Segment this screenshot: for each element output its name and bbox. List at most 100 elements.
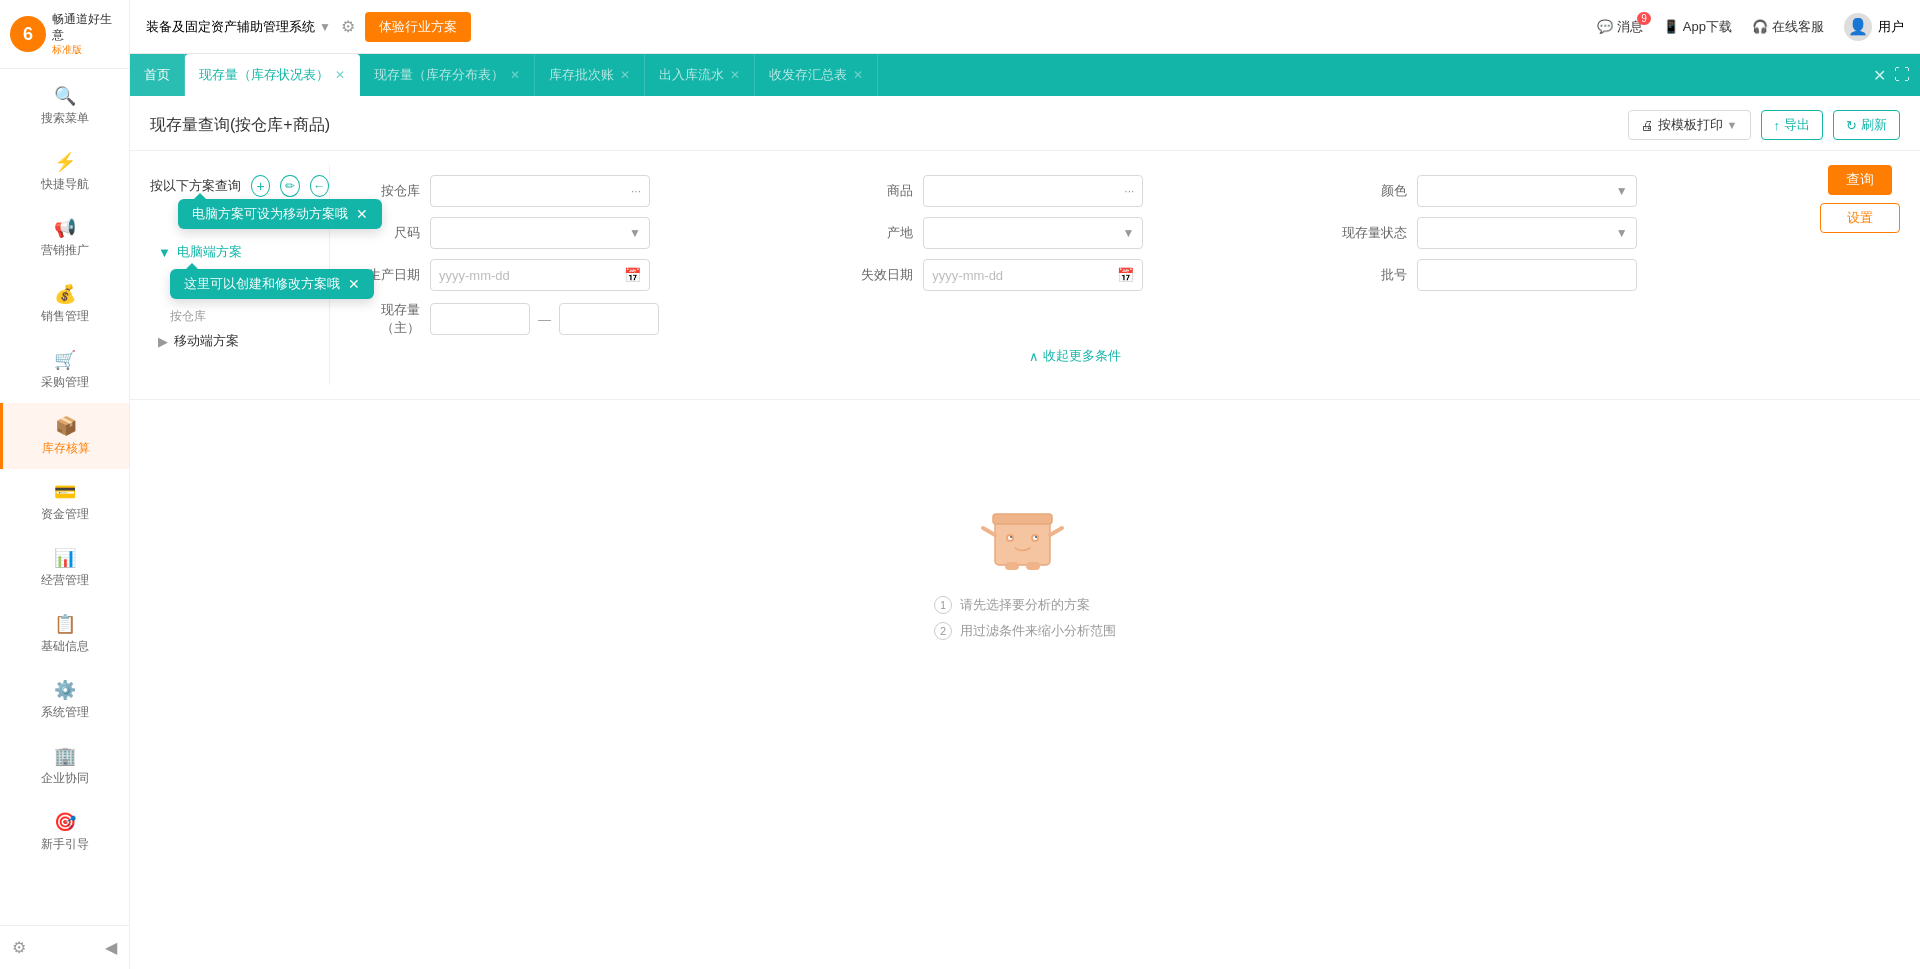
sidebar-item-enterprise[interactable]: 🏢 企业协同 bbox=[0, 733, 129, 799]
origin-label: 产地 bbox=[843, 224, 923, 242]
sidebar-item-purchase[interactable]: 🛒 采购管理 bbox=[0, 337, 129, 403]
goods-select[interactable]: ··· bbox=[923, 175, 1143, 207]
content-area: 现存量查询(按仓库+商品) 🖨 按模板打印 ▼ ↑ 导出 ↻ 刷新 bbox=[130, 96, 1920, 969]
system-dropdown[interactable]: 装备及固定资产辅助管理系统 ▼ bbox=[146, 18, 331, 36]
logo-text: 畅通道好生意 标准版 bbox=[52, 12, 119, 56]
main-content: 现存量查询(按仓库+商品) 🖨 按模板打印 ▼ ↑ 导出 ↻ 刷新 bbox=[130, 96, 1920, 969]
filter-add-button[interactable]: + bbox=[251, 175, 270, 197]
app-download-button[interactable]: 📱 App下载 bbox=[1663, 18, 1732, 36]
prod-date-picker[interactable]: yyyy-mm-dd 📅 bbox=[430, 259, 650, 291]
create-tooltip-close[interactable]: ✕ bbox=[348, 276, 360, 292]
inv-status-label: 现存量状态 bbox=[1337, 224, 1417, 242]
goods-cell: 商品 ··· bbox=[843, 175, 1306, 207]
tab-close-distribution[interactable]: ✕ bbox=[510, 68, 520, 82]
inv-main-from-input[interactable] bbox=[430, 303, 530, 335]
tab-in-out-flow[interactable]: 出入库流水 ✕ bbox=[645, 54, 755, 96]
scheme-subitem-warehouse: 按仓库 bbox=[150, 305, 329, 328]
inv-main-to-input[interactable] bbox=[559, 303, 659, 335]
set-button[interactable]: 设置 bbox=[1820, 203, 1900, 233]
print-button[interactable]: 🖨 按模板打印 ▼ bbox=[1628, 110, 1751, 140]
tab-close-inventory-status[interactable]: ✕ bbox=[335, 68, 345, 82]
color-select[interactable]: ▼ bbox=[1417, 175, 1637, 207]
refresh-button[interactable]: ↻ 刷新 bbox=[1833, 110, 1900, 140]
sidebar-nav: 🔍 搜索菜单 ⚡ 快捷导航 📢 营销推广 💰 销售管理 🛒 采购管理 📦 库存核… bbox=[0, 69, 129, 925]
svg-rect-0 bbox=[995, 520, 1050, 565]
origin-cell: 产地 ▼ bbox=[843, 217, 1306, 249]
tab-receive-summary[interactable]: 收发存汇总表 ✕ bbox=[755, 54, 878, 96]
sidebar-item-marketing[interactable]: 📢 营销推广 bbox=[0, 205, 129, 271]
sidebar-item-sales[interactable]: 💰 销售管理 bbox=[0, 271, 129, 337]
filter-row-4: 现存量（主） — bbox=[350, 301, 1800, 337]
chevron-down-icon: ▼ bbox=[158, 245, 171, 260]
size-cell: 尺码 ▼ bbox=[350, 217, 813, 249]
filter-main-panel: 按仓库 ··· 商品 ··· bbox=[330, 165, 1820, 385]
inv-status-dropdown-icon: ▼ bbox=[1616, 226, 1628, 240]
message-button[interactable]: 💬 消息 9 bbox=[1597, 18, 1643, 36]
inv-status-select[interactable]: ▼ bbox=[1417, 217, 1637, 249]
scheme-item-mobile[interactable]: ▶ 移动端方案 bbox=[150, 328, 329, 354]
page-header: 现存量查询(按仓库+商品) 🖨 按模板打印 ▼ ↑ 导出 ↻ 刷新 bbox=[130, 96, 1920, 151]
sidebar-item-inventory[interactable]: 📦 库存核算 bbox=[0, 403, 129, 469]
sidebar-item-operations[interactable]: 📊 经营管理 bbox=[0, 535, 129, 601]
expiry-date-picker[interactable]: yyyy-mm-dd 📅 bbox=[923, 259, 1143, 291]
tab-home[interactable]: 首页 bbox=[130, 54, 185, 96]
svg-line-9 bbox=[1050, 528, 1062, 535]
tab-inventory-distribution[interactable]: 现存量（库存分布表） ✕ bbox=[360, 54, 535, 96]
svg-point-7 bbox=[1035, 536, 1037, 538]
chart-icon: 📊 bbox=[54, 547, 76, 569]
svg-point-6 bbox=[1010, 536, 1012, 538]
warehouse-select[interactable]: ··· bbox=[430, 175, 650, 207]
expiry-date-placeholder: yyyy-mm-dd bbox=[932, 268, 1003, 283]
origin-dropdown-icon: ▼ bbox=[1122, 226, 1134, 240]
avatar: 👤 bbox=[1844, 13, 1872, 41]
tab-fullscreen-icon[interactable]: ⛶ bbox=[1894, 66, 1910, 84]
sidebar-item-search[interactable]: 🔍 搜索菜单 bbox=[0, 73, 129, 139]
scheme-tree: ▼ 电脑端方案 这里可以创建和修改方案哦 ✕ bbox=[150, 239, 329, 354]
inv-main-separator: — bbox=[538, 312, 551, 327]
sidebar-item-system[interactable]: ⚙️ 系统管理 bbox=[0, 667, 129, 733]
filter-left-panel: 按以下方案查询 + ✏ ← 电脑方案可设为移动方案哦 ✕ bbox=[150, 165, 330, 385]
create-tooltip: 这里可以创建和修改方案哦 ✕ bbox=[170, 269, 374, 299]
filter-area: 按以下方案查询 + ✏ ← 电脑方案可设为移动方案哦 ✕ bbox=[130, 151, 1920, 400]
filter-edit-button[interactable]: ✏ bbox=[280, 175, 299, 197]
user-menu[interactable]: 👤 用户 bbox=[1844, 13, 1904, 41]
tab-inventory-status[interactable]: 现存量（库存状况表） ✕ bbox=[185, 54, 360, 96]
sidebar-item-guide[interactable]: 🎯 新手引导 bbox=[0, 799, 129, 865]
collapse-sidebar-icon[interactable]: ◀ bbox=[105, 938, 117, 957]
origin-select[interactable]: ▼ bbox=[923, 217, 1143, 249]
settings-bottom-icon[interactable]: ⚙ bbox=[12, 938, 26, 957]
inv-main-label: 现存量（主） bbox=[350, 301, 430, 337]
batch-cell: 批号 bbox=[1337, 259, 1800, 291]
sidebar-item-finance[interactable]: 💳 资金管理 bbox=[0, 469, 129, 535]
filter-arrow-button[interactable]: ← bbox=[310, 175, 329, 197]
inv-status-cell: 现存量状态 ▼ bbox=[1337, 217, 1800, 249]
sidebar-item-basic[interactable]: 📋 基础信息 bbox=[0, 601, 129, 667]
search-icon: 🔍 bbox=[54, 85, 76, 107]
tab-close-batch[interactable]: ✕ bbox=[620, 68, 630, 82]
tab-close-summary[interactable]: ✕ bbox=[853, 68, 863, 82]
sidebar-item-quick-nav[interactable]: ⚡ 快捷导航 bbox=[0, 139, 129, 205]
collapse-button[interactable]: ∧ 收起更多条件 bbox=[350, 337, 1800, 375]
query-button[interactable]: 查询 bbox=[1828, 165, 1892, 195]
warehouse-dropdown-icon: ··· bbox=[631, 184, 641, 198]
tab-close-all-icon[interactable]: ✕ bbox=[1873, 66, 1886, 85]
card-icon: 💳 bbox=[54, 481, 76, 503]
settings-header-icon[interactable]: ⚙ bbox=[341, 17, 355, 36]
tab-close-flow[interactable]: ✕ bbox=[730, 68, 740, 82]
sidebar-bottom: ⚙ ◀ bbox=[0, 925, 129, 969]
prod-date-cell: 生产日期 yyyy-mm-dd 📅 bbox=[350, 259, 813, 291]
batch-input[interactable] bbox=[1417, 259, 1637, 291]
tab-batch-account[interactable]: 库存批次账 ✕ bbox=[535, 54, 645, 96]
export-button[interactable]: ↑ 导出 bbox=[1761, 110, 1824, 140]
message-icon: 💬 bbox=[1597, 19, 1613, 34]
building-icon: 🏢 bbox=[54, 745, 76, 767]
color-label: 颜色 bbox=[1337, 182, 1417, 200]
empty-illustration bbox=[975, 480, 1075, 580]
scheme-tooltip-close[interactable]: ✕ bbox=[356, 206, 368, 222]
expiry-date-calendar-icon: 📅 bbox=[1117, 267, 1134, 283]
scheme-item-desktop[interactable]: ▼ 电脑端方案 bbox=[150, 239, 329, 265]
online-service-button[interactable]: 🎧 在线客服 bbox=[1752, 18, 1824, 36]
size-select[interactable]: ▼ bbox=[430, 217, 650, 249]
target-icon: 🎯 bbox=[54, 811, 76, 833]
industry-button[interactable]: 体验行业方案 bbox=[365, 12, 471, 42]
